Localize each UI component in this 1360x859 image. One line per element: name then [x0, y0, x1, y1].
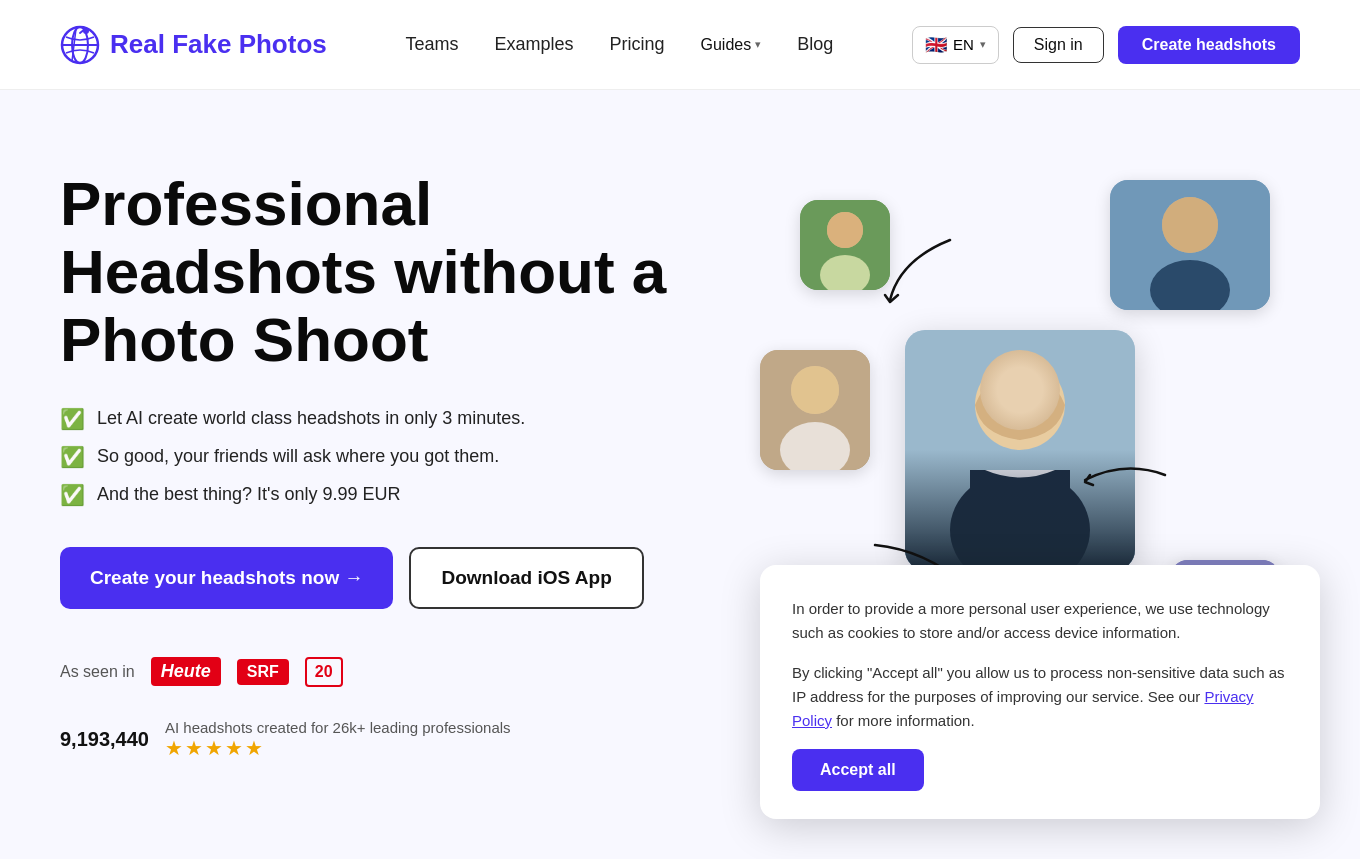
arrow-1 — [870, 230, 970, 310]
feature-text-1: Let AI create world class headshots in o… — [97, 408, 525, 429]
srf-badge: SRF — [237, 659, 289, 685]
create-headshots-button[interactable]: Create headshots — [1118, 26, 1300, 64]
stats-number: 9,193,440 — [60, 728, 149, 751]
logo-icon — [60, 25, 100, 65]
language-selector[interactable]: 🇬🇧 EN ▾ — [912, 26, 999, 64]
arrow-2 — [1075, 440, 1175, 510]
as-seen-section: As seen in Heute SRF 20 — [60, 657, 700, 687]
accept-all-button[interactable]: Accept all — [792, 749, 924, 791]
svg-point-11 — [1162, 197, 1218, 253]
svg-point-7 — [827, 212, 863, 248]
hero-content: Professional Headshots without a Photo S… — [60, 170, 700, 760]
face-image-2 — [1110, 180, 1270, 310]
download-ios-button[interactable]: Download iOS App — [409, 547, 643, 609]
svg-point-15 — [791, 366, 839, 414]
stats-row: 9,193,440 AI headshots created for 26k+ … — [60, 719, 700, 760]
feature-text-2: So good, your friends will ask where you… — [97, 446, 499, 467]
create-headshots-now-button[interactable]: Create your headshots now → — [60, 547, 393, 609]
feature-item: ✅ So good, your friends will ask where y… — [60, 445, 700, 469]
chevron-down-icon: ▾ — [980, 38, 986, 51]
svg-point-3 — [83, 28, 89, 34]
photo-thumbnail-ml — [760, 350, 870, 470]
nav-guides-label: Guides — [701, 36, 752, 54]
face-image-3 — [760, 350, 870, 470]
logo-text: Real Fake Photos — [110, 29, 327, 60]
feature-item: ✅ Let AI create world class headshots in… — [60, 407, 700, 431]
hero-features: ✅ Let AI create world class headshots in… — [60, 407, 700, 507]
cookie-text-after-link: for more information. — [832, 712, 975, 729]
navbar: Real Fake Photos Teams Examples Pricing … — [0, 0, 1360, 90]
chevron-down-icon: ▾ — [755, 38, 761, 51]
hero-title: Professional Headshots without a Photo S… — [60, 170, 700, 375]
stats-text: AI headshots created for 26k+ leading pr… — [165, 719, 511, 736]
as-seen-label: As seen in — [60, 663, 135, 681]
cookie-text-2: By clicking "Accept all" you allow us to… — [792, 661, 1288, 733]
cookie-text-1: In order to provide a more personal user… — [792, 597, 1288, 645]
flag-icon: 🇬🇧 — [925, 34, 947, 56]
heute-badge: Heute — [151, 657, 221, 686]
nav-guides[interactable]: Guides ▾ — [701, 36, 762, 54]
nav-teams[interactable]: Teams — [405, 34, 458, 55]
star-rating: ★★★★★ — [165, 736, 511, 760]
check-icon: ✅ — [60, 445, 85, 469]
cookie-banner: In order to provide a more personal user… — [760, 565, 1320, 800]
photo-thumbnail-tr — [1110, 180, 1270, 310]
nav-links: Teams Examples Pricing Guides ▾ Blog — [405, 34, 833, 55]
nav-right: 🇬🇧 EN ▾ Sign in Create headshots — [912, 26, 1300, 64]
signin-button[interactable]: Sign in — [1013, 27, 1104, 63]
feature-text-3: And the best thing? It's only 9.99 EUR — [97, 484, 401, 505]
check-icon: ✅ — [60, 483, 85, 507]
feature-item: ✅ And the best thing? It's only 9.99 EUR — [60, 483, 700, 507]
svg-rect-19 — [970, 470, 1070, 570]
twenty-badge: 20 — [305, 657, 343, 687]
logo-link[interactable]: Real Fake Photos — [60, 25, 327, 65]
nav-examples[interactable]: Examples — [494, 34, 573, 55]
nav-blog[interactable]: Blog — [797, 34, 833, 55]
check-icon: ✅ — [60, 407, 85, 431]
lang-label: EN — [953, 36, 974, 53]
cta-buttons: Create your headshots now → Download iOS… — [60, 547, 700, 609]
nav-pricing[interactable]: Pricing — [609, 34, 664, 55]
